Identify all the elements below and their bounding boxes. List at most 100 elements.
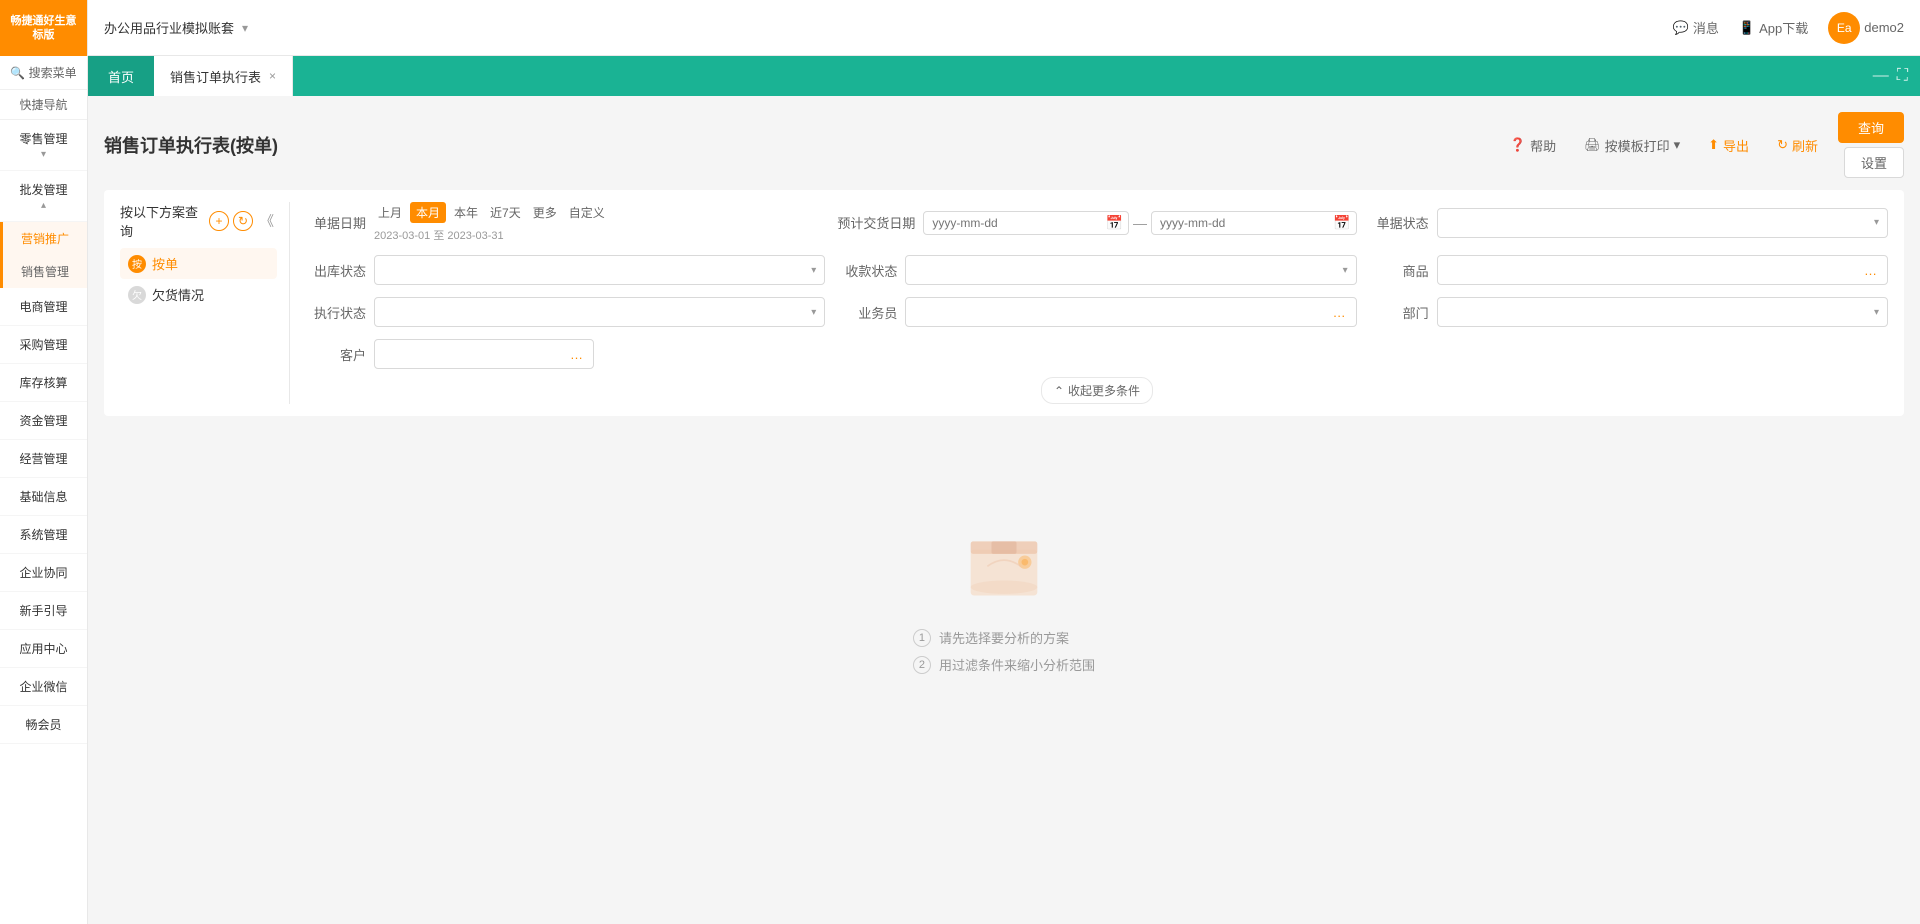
plan-add-button[interactable]: + <box>209 211 229 231</box>
plan-item-shortage[interactable]: 欠 欠货情况 <box>120 279 277 310</box>
sidebar-item-inventory[interactable]: 库存核算 <box>0 364 87 402</box>
page-actions: ❓ 帮助 🖨 按模板打印 ▾ ⬆ 导出 ↻ 刷新 查询 <box>1502 112 1904 178</box>
tab-maximize-icon[interactable]: ⛶ <box>1897 67 1908 85</box>
enterprise-label: 企业协同 <box>19 564 67 581</box>
execute-label: 执行状态 <box>306 303 366 322</box>
sidebar-item-search[interactable]: 🔍 搜索菜单 <box>0 56 87 90</box>
tip-num-2: 2 <box>913 656 931 674</box>
expected-date-from-wrap: 📅 <box>923 211 1129 235</box>
filter-plan-title: 按以下方案查询 + ↻ 《 <box>120 202 277 240</box>
date-tab-custom[interactable]: 自定义 <box>565 202 609 223</box>
sidebar-item-enterprise[interactable]: 企业协同 <box>0 554 87 592</box>
tab-home[interactable]: 首页 <box>88 56 154 96</box>
date-tab-7days[interactable]: 近7天 <box>486 202 525 223</box>
plan-refresh-button[interactable]: ↻ <box>233 211 253 231</box>
print-arrow-icon: ▾ <box>1674 137 1681 153</box>
print-button[interactable]: 🖨 按模板打印 ▾ <box>1576 132 1688 159</box>
tip-text-1: 请先选择要分析的方案 <box>939 628 1069 647</box>
sidebar-item-base[interactable]: 基础信息 <box>0 478 87 516</box>
date-tab-last-month[interactable]: 上月 <box>374 202 406 223</box>
collapse-row: ⌃ 收起更多条件 <box>306 377 1888 404</box>
main-area: 办公用品行业模拟账套 ▾ 💬 消息 📱 App下载 Ea demo2 首页 销售… <box>88 0 1920 924</box>
date-tab-this-month[interactable]: 本月 <box>410 202 446 223</box>
goods-label: 商品 <box>1369 261 1429 280</box>
sidebar-sub-wholesale: 营销推广 销售管理 <box>0 222 87 288</box>
expected-date-from-input[interactable] <box>923 211 1129 235</box>
calendar-to-icon: 📅 <box>1333 214 1350 231</box>
sidebar-item-purchase[interactable]: 采购管理 <box>0 326 87 364</box>
tab-minimize-icon[interactable]: — <box>1873 67 1889 85</box>
help-button[interactable]: ❓ 帮助 <box>1502 132 1564 159</box>
collapse-button[interactable]: ⌃ 收起更多条件 <box>1041 377 1153 404</box>
app-icon: 📱 <box>1739 20 1755 36</box>
date-tab-more[interactable]: 更多 <box>529 202 561 223</box>
customer-selector[interactable]: … <box>374 339 594 369</box>
tab-sales-exec[interactable]: 销售订单执行表 × <box>154 56 293 96</box>
date-range-text: 2023-03-01 至 2023-03-31 <box>374 227 825 243</box>
sidebar-item-wechat[interactable]: 企业微信 <box>0 668 87 706</box>
message-button[interactable]: 💬 消息 <box>1673 18 1719 37</box>
plan-collapse-button[interactable]: 《 <box>257 211 277 231</box>
settings-button[interactable]: 设置 <box>1844 147 1904 178</box>
receipt-dropdown[interactable]: ▾ <box>905 255 1356 285</box>
sidebar-item-retail[interactable]: 零售管理 ▾ <box>0 120 87 171</box>
sidebar-item-apps[interactable]: 应用中心 <box>0 630 87 668</box>
app-download-button[interactable]: 📱 App下载 <box>1739 18 1808 37</box>
sidebar-item-business[interactable]: 经营管理 <box>0 440 87 478</box>
salesperson-label: 业务员 <box>837 303 897 322</box>
inventory-label: 库存核算 <box>19 374 67 391</box>
refresh-button[interactable]: ↻ 刷新 <box>1769 132 1826 159</box>
filter-field-dept: 部门 ▾ <box>1369 297 1888 327</box>
filter-field-execute: 执行状态 ▾ <box>306 297 825 327</box>
plan-icon-order: 按 <box>128 255 146 273</box>
outbound-dropdown[interactable]: ▾ <box>374 255 825 285</box>
plan-title-text: 按以下方案查询 <box>120 202 201 240</box>
sidebar: 畅捷通好生意 标版 🔍 搜索菜单 快捷导航 零售管理 ▾ 批发管理 ▴ 营销推广… <box>0 0 88 924</box>
sidebar-item-member[interactable]: 畅会员 <box>0 706 87 744</box>
execute-dropdown[interactable]: ▾ <box>374 297 825 327</box>
member-label: 畅会员 <box>25 716 61 733</box>
expected-date-to-input[interactable] <box>1151 211 1357 235</box>
plan-item-order[interactable]: 按 按单 <box>120 248 277 279</box>
sidebar-item-sales-mgmt[interactable]: 销售管理 <box>3 255 87 288</box>
expected-date-range: 📅 — 📅 <box>923 211 1356 235</box>
collapse-label: 收起更多条件 <box>1068 382 1140 399</box>
salesperson-selector[interactable]: … <box>905 297 1356 327</box>
user-profile[interactable]: Ea demo2 <box>1828 12 1904 44</box>
tab-close-icon[interactable]: × <box>269 69 276 83</box>
sidebar-item-finance[interactable]: 资金管理 <box>0 402 87 440</box>
empty-tip-2: 2 用过滤条件来缩小分析范围 <box>913 655 1095 674</box>
date-tab-this-year[interactable]: 本年 <box>450 202 482 223</box>
receipt-label: 收款状态 <box>837 261 897 280</box>
sidebar-item-quick[interactable]: 快捷导航 <box>0 90 87 120</box>
customer-dots-icon: … <box>570 347 585 362</box>
export-button[interactable]: ⬆ 导出 <box>1700 132 1757 159</box>
filter-field-status: 单据状态 ▾ <box>1369 202 1888 243</box>
query-button[interactable]: 查询 <box>1838 112 1904 143</box>
retail-arrow-icon: ▾ <box>41 149 46 160</box>
date-bar: 上月 本月 本年 近7天 更多 自定义 2023-03-01 至 2023-03… <box>374 202 825 243</box>
plan-icon-shortage: 欠 <box>128 286 146 304</box>
date-separator: — <box>1133 215 1147 231</box>
refresh-label: 刷新 <box>1792 136 1818 155</box>
sidebar-logo: 畅捷通好生意 标版 <box>0 0 87 56</box>
user-name: demo2 <box>1864 20 1904 35</box>
title-arrow-icon[interactable]: ▾ <box>242 21 248 35</box>
export-icon: ⬆ <box>1708 137 1719 153</box>
sidebar-item-wholesale[interactable]: 批发管理 ▴ <box>0 171 87 222</box>
filter-field-receipt: 收款状态 ▾ <box>837 255 1356 285</box>
sidebar-item-system[interactable]: 系统管理 <box>0 516 87 554</box>
sidebar-item-newbie[interactable]: 新手引导 <box>0 592 87 630</box>
app-download-label: App下载 <box>1759 18 1808 37</box>
help-icon: ❓ <box>1510 137 1526 153</box>
wholesale-arrow-icon: ▴ <box>41 200 46 211</box>
goods-selector[interactable]: … <box>1437 255 1888 285</box>
sidebar-item-marketing[interactable]: 营销推广 <box>3 222 87 255</box>
goods-dots-icon: … <box>1864 263 1879 278</box>
plan-label-order: 按单 <box>152 254 178 273</box>
expected-date-label: 预计交货日期 <box>837 213 915 232</box>
sidebar-item-ecommerce[interactable]: 电商管理 <box>0 288 87 326</box>
dept-dropdown[interactable]: ▾ <box>1437 297 1888 327</box>
help-label: 帮助 <box>1530 136 1556 155</box>
status-dropdown[interactable]: ▾ <box>1437 208 1888 238</box>
